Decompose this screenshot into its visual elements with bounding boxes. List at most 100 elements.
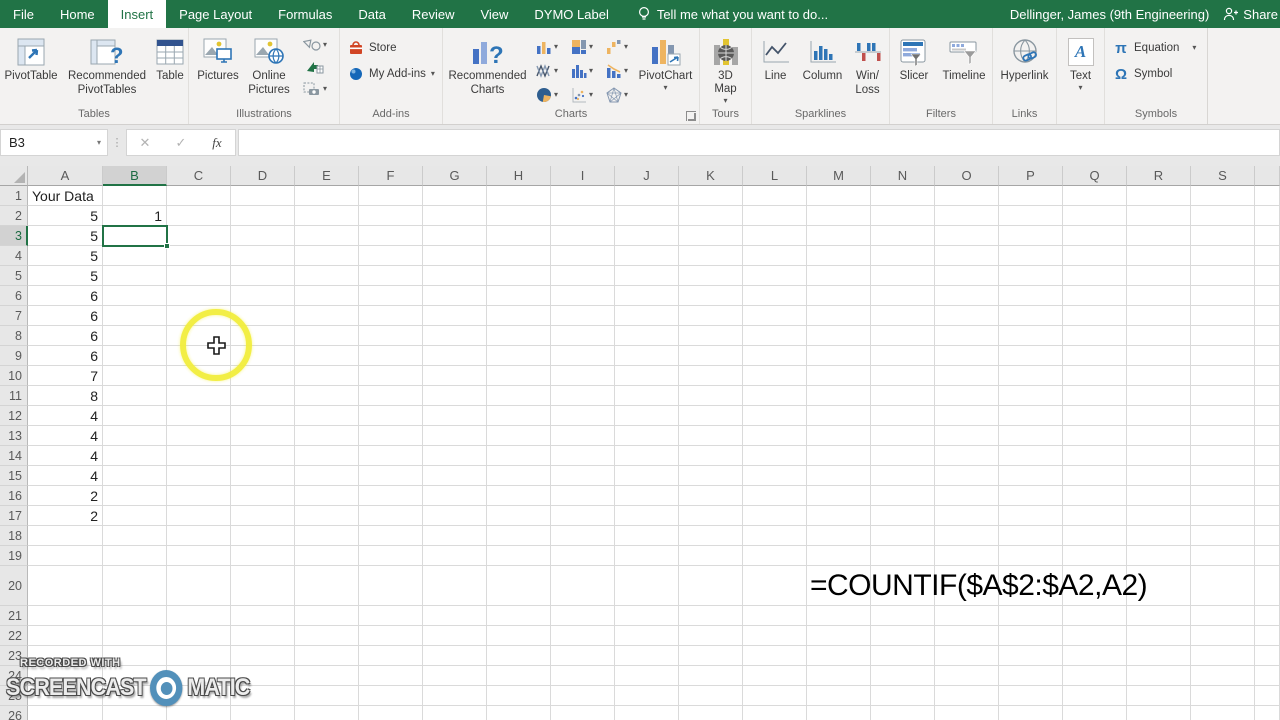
- cell-L8[interactable]: [743, 326, 807, 346]
- signed-in-user[interactable]: Dellinger, James (9th Engineering): [1010, 7, 1209, 22]
- cell-M10[interactable]: [807, 366, 871, 386]
- cell-B13[interactable]: [103, 426, 167, 446]
- cell-O10[interactable]: [935, 366, 999, 386]
- cell-H24[interactable]: [487, 666, 551, 686]
- name-box[interactable]: B3 ▾: [0, 129, 108, 156]
- cell-S4[interactable]: [1191, 246, 1255, 266]
- recommended-charts-button[interactable]: ? Recommended Charts: [446, 31, 530, 105]
- column-header-E[interactable]: E: [295, 166, 359, 186]
- row-header-5[interactable]: 5: [0, 266, 28, 286]
- cell-D3[interactable]: [231, 226, 295, 246]
- cell-N12[interactable]: [871, 406, 935, 426]
- cell-R9[interactable]: [1127, 346, 1191, 366]
- cell-I21[interactable]: [551, 606, 615, 626]
- screenshot-button[interactable]: ▾: [303, 80, 327, 98]
- cell-P7[interactable]: [999, 306, 1063, 326]
- cell-Q22[interactable]: [1063, 626, 1127, 646]
- charts-dialog-launcher[interactable]: [686, 111, 696, 121]
- cell-S5[interactable]: [1191, 266, 1255, 286]
- cell-E13[interactable]: [295, 426, 359, 446]
- cell-C21[interactable]: [167, 606, 231, 626]
- cell-J4[interactable]: [615, 246, 679, 266]
- cell-P12[interactable]: [999, 406, 1063, 426]
- cell-L18[interactable]: [743, 526, 807, 546]
- row-header-15[interactable]: 15: [0, 466, 28, 486]
- cell-K26[interactable]: [679, 706, 743, 720]
- cell-G4[interactable]: [423, 246, 487, 266]
- cell-I24[interactable]: [551, 666, 615, 686]
- cell-H20[interactable]: [487, 566, 551, 606]
- cell-K2[interactable]: [679, 206, 743, 226]
- cell-F22[interactable]: [359, 626, 423, 646]
- column-header-O[interactable]: O: [935, 166, 999, 186]
- cell-H16[interactable]: [487, 486, 551, 506]
- cell-F1[interactable]: [359, 186, 423, 206]
- cell-R6[interactable]: [1127, 286, 1191, 306]
- cell-I16[interactable]: [551, 486, 615, 506]
- cell-R14[interactable]: [1127, 446, 1191, 466]
- cell-I10[interactable]: [551, 366, 615, 386]
- cell-B20[interactable]: [103, 566, 167, 606]
- insert-function-button[interactable]: fx: [199, 135, 235, 151]
- cell-H4[interactable]: [487, 246, 551, 266]
- cell-N7[interactable]: [871, 306, 935, 326]
- cell-A18[interactable]: [28, 526, 103, 546]
- cell-partial-18[interactable]: [1255, 526, 1280, 546]
- cell-F20[interactable]: [359, 566, 423, 606]
- cell-N19[interactable]: [871, 546, 935, 566]
- cell-L5[interactable]: [743, 266, 807, 286]
- cell-F3[interactable]: [359, 226, 423, 246]
- cell-B14[interactable]: [103, 446, 167, 466]
- cell-S22[interactable]: [1191, 626, 1255, 646]
- cell-N2[interactable]: [871, 206, 935, 226]
- cell-C2[interactable]: [167, 206, 231, 226]
- cell-D18[interactable]: [231, 526, 295, 546]
- cell-K14[interactable]: [679, 446, 743, 466]
- cell-P6[interactable]: [999, 286, 1063, 306]
- cell-A26[interactable]: [28, 706, 103, 720]
- pie-chart-button[interactable]: ▾: [530, 83, 565, 107]
- cell-partial-19[interactable]: [1255, 546, 1280, 566]
- cell-F16[interactable]: [359, 486, 423, 506]
- cell-G17[interactable]: [423, 506, 487, 526]
- column-header-H[interactable]: H: [487, 166, 551, 186]
- cell-B18[interactable]: [103, 526, 167, 546]
- cell-O24[interactable]: [935, 666, 999, 686]
- cell-P24[interactable]: [999, 666, 1063, 686]
- cell-L23[interactable]: [743, 646, 807, 666]
- cell-R17[interactable]: [1127, 506, 1191, 526]
- cell-D17[interactable]: [231, 506, 295, 526]
- smartart-button[interactable]: [306, 58, 324, 76]
- row-header-6[interactable]: 6: [0, 286, 28, 306]
- cell-L7[interactable]: [743, 306, 807, 326]
- cell-N15[interactable]: [871, 466, 935, 486]
- cell-E10[interactable]: [295, 366, 359, 386]
- cell-N14[interactable]: [871, 446, 935, 466]
- cell-K9[interactable]: [679, 346, 743, 366]
- cell-C13[interactable]: [167, 426, 231, 446]
- cell-D6[interactable]: [231, 286, 295, 306]
- cell-A21[interactable]: [28, 606, 103, 626]
- cell-partial-7[interactable]: [1255, 306, 1280, 326]
- cell-B15[interactable]: [103, 466, 167, 486]
- cell-M11[interactable]: [807, 386, 871, 406]
- cell-N3[interactable]: [871, 226, 935, 246]
- cell-E14[interactable]: [295, 446, 359, 466]
- cell-C6[interactable]: [167, 286, 231, 306]
- cell-K22[interactable]: [679, 626, 743, 646]
- column-header-partial[interactable]: [1255, 166, 1280, 186]
- cell-I11[interactable]: [551, 386, 615, 406]
- cell-K7[interactable]: [679, 306, 743, 326]
- cell-Q21[interactable]: [1063, 606, 1127, 626]
- cell-G25[interactable]: [423, 686, 487, 706]
- cell-H13[interactable]: [487, 426, 551, 446]
- cell-B11[interactable]: [103, 386, 167, 406]
- row-header-22[interactable]: 22: [0, 626, 28, 646]
- cell-P13[interactable]: [999, 426, 1063, 446]
- cell-J20[interactable]: [615, 566, 679, 606]
- cell-C17[interactable]: [167, 506, 231, 526]
- cell-K6[interactable]: [679, 286, 743, 306]
- tab-view[interactable]: View: [467, 0, 521, 28]
- cell-H5[interactable]: [487, 266, 551, 286]
- cell-A17[interactable]: 2: [28, 506, 103, 526]
